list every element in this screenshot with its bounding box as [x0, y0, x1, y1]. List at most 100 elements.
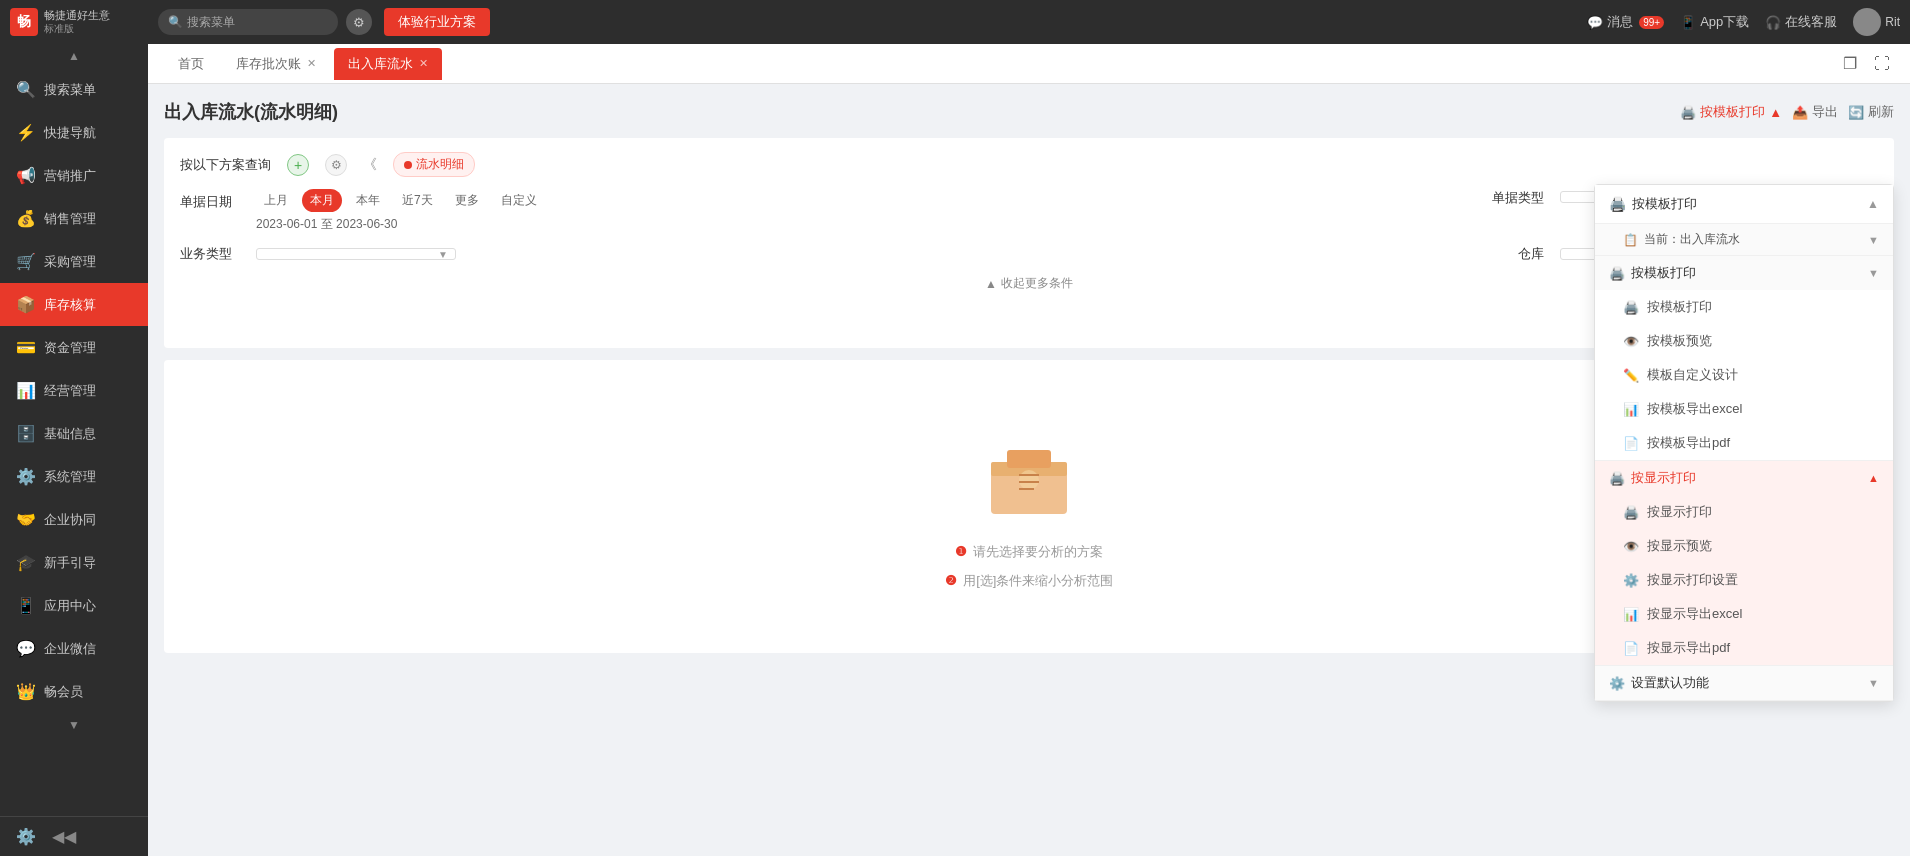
dropdown-item-display-preview[interactable]: 👁️ 按显示预览 — [1595, 529, 1893, 563]
collapse-sidebar-icon[interactable]: ◀◀ — [52, 827, 76, 846]
sidebar-item-search[interactable]: 🔍 搜索菜单 — [0, 68, 148, 111]
customize-item-icon: ✏️ — [1623, 368, 1639, 383]
sidebar-item-marketing[interactable]: 📢 营销推广 — [0, 154, 148, 197]
print-template-label: 按模板打印 — [1700, 103, 1765, 121]
date-btn-custom[interactable]: 自定义 — [493, 189, 545, 212]
date-btn-last-7-days[interactable]: 近7天 — [394, 189, 441, 212]
sidebar-item-cooperation[interactable]: 🤝 企业协同 — [0, 498, 148, 541]
printer-icon: 🖨️ — [1609, 266, 1625, 281]
hint-2-num: ❷ — [945, 573, 957, 588]
sidebar-label: 销售管理 — [44, 210, 96, 228]
date-btn-this-month[interactable]: 本月 — [302, 189, 342, 212]
app-download-button[interactable]: 📱 App下载 — [1680, 13, 1749, 31]
tab-flow-close[interactable]: ✕ — [419, 57, 428, 70]
dropdown-item-template-export-pdf[interactable]: 📄 按模板导出pdf — [1595, 426, 1893, 460]
active-filter-tag[interactable]: 流水明细 — [393, 152, 475, 177]
logo-title: 畅捷通好生意 — [44, 8, 110, 22]
sidebar-item-system[interactable]: ⚙️ 系统管理 — [0, 455, 148, 498]
page-title-bar: 出入库流水(流水明细) 🖨️ 按模板打印 ▲ 📤 导出 🔄 刷新 — [164, 100, 1894, 124]
purchase-icon: 🛒 — [16, 252, 36, 271]
template-export-pdf-label: 按模板导出pdf — [1647, 434, 1730, 452]
filter-date-label: 单据日期 — [180, 189, 240, 211]
filter-tag-dot — [404, 161, 412, 169]
dropdown-item-display-export-pdf[interactable]: 📄 按显示导出pdf — [1595, 631, 1893, 665]
filter-add-button[interactable]: + — [287, 154, 309, 176]
dropdown-item-template-preview[interactable]: 👁️ 按模板预览 — [1595, 324, 1893, 358]
date-btn-this-year[interactable]: 本年 — [348, 189, 388, 212]
dropdown-item-template-export-excel[interactable]: 📊 按模板导出excel — [1595, 392, 1893, 426]
dropdown-section-display: 🖨️ 按显示打印 ▲ 🖨️ 按显示打印 👁️ 按显示预览 — [1595, 461, 1893, 666]
sidebar-item-quick-nav[interactable]: ⚡ 快捷导航 — [0, 111, 148, 154]
dropdown-section-template-header[interactable]: 🖨️ 按模板打印 ▼ — [1595, 256, 1893, 290]
sidebar-item-wechat[interactable]: 💬 企业微信 — [0, 627, 148, 670]
dropdown-item-display-print[interactable]: 🖨️ 按显示打印 — [1595, 495, 1893, 529]
page-actions: 🖨️ 按模板打印 ▲ 📤 导出 🔄 刷新 — [1680, 103, 1894, 121]
sidebar-item-app-center[interactable]: 📱 应用中心 — [0, 584, 148, 627]
tab-batch-account-close[interactable]: ✕ — [307, 57, 316, 70]
settings-icon[interactable]: ⚙️ — [16, 827, 36, 846]
refresh-button[interactable]: 🔄 刷新 — [1848, 103, 1894, 121]
collapse-label: 收起更多条件 — [1001, 275, 1073, 292]
dropdown-section-default-header[interactable]: ⚙️ 设置默认功能 ▼ — [1595, 666, 1893, 700]
sidebar-label: 新手引导 — [44, 554, 96, 572]
date-btn-last-month[interactable]: 上月 — [256, 189, 296, 212]
sidebar: ▲ 🔍 搜索菜单 ⚡ 快捷导航 📢 营销推广 💰 销售管理 🛒 采购管理 📦 库… — [0, 44, 148, 856]
cooperation-icon: 🤝 — [16, 510, 36, 529]
date-btn-more[interactable]: 更多 — [447, 189, 487, 212]
dropdown-item-display-export-excel[interactable]: 📊 按显示导出excel — [1595, 597, 1893, 631]
sidebar-item-purchase[interactable]: 🛒 采购管理 — [0, 240, 148, 283]
print-template-button[interactable]: 🖨️ 按模板打印 ▲ — [1680, 103, 1782, 121]
tab-flow[interactable]: 出入库流水 ✕ — [334, 48, 442, 80]
dropdown-header: 🖨️ 按模板打印 ▲ — [1595, 185, 1893, 224]
dropdown-section-display-header[interactable]: 🖨️ 按显示打印 ▲ — [1595, 461, 1893, 495]
message-button[interactable]: 💬 消息 99+ — [1587, 13, 1664, 31]
print-header-icon: 🖨️ — [1609, 196, 1626, 212]
export-label: 导出 — [1812, 103, 1838, 121]
sidebar-item-finance[interactable]: 💳 资金管理 — [0, 326, 148, 369]
customer-service-button[interactable]: 🎧 在线客服 — [1765, 13, 1837, 31]
sidebar-item-basic[interactable]: 🗄️ 基础信息 — [0, 412, 148, 455]
dropdown-section-template: 🖨️ 按模板打印 ▼ 🖨️ 按模板打印 👁️ 按模板预览 — [1595, 256, 1893, 461]
dropdown-toggle-up[interactable]: ▲ — [1867, 197, 1879, 211]
page-title: 出入库流水(流水明细) — [164, 100, 338, 124]
sidebar-item-inventory[interactable]: 📦 库存核算 — [0, 283, 148, 326]
filter-date-group: 上月 本月 本年 近7天 更多 自定义 2023-06-01 至 2023-06… — [256, 189, 545, 233]
current-icon: 📋 — [1623, 233, 1638, 247]
trial-button[interactable]: 体验行业方案 — [384, 8, 490, 36]
dropdown-panel: 🖨️ 按模板打印 ▲ 📋 当前：出入库流水 ▼ — [1594, 184, 1894, 702]
export-button[interactable]: 📤 导出 — [1792, 103, 1838, 121]
print-icon: 🖨️ — [1680, 105, 1696, 120]
filter-settings-button[interactable]: ⚙ — [325, 154, 347, 176]
tab-batch-account[interactable]: 库存批次账 ✕ — [222, 48, 330, 80]
sidebar-label: 畅会员 — [44, 683, 83, 701]
member-icon: 👑 — [16, 682, 36, 701]
sidebar-scroll-down[interactable]: ▼ — [0, 713, 148, 737]
template-section-title: 按模板打印 — [1631, 264, 1696, 282]
date-filter-buttons: 上月 本月 本年 近7天 更多 自定义 — [256, 189, 545, 212]
dropdown-item-template-print[interactable]: 🖨️ 按模板打印 — [1595, 290, 1893, 324]
finance-icon: 💳 — [16, 338, 36, 357]
operations-icon: 📊 — [16, 381, 36, 400]
header-search[interactable]: 🔍 搜索菜单 — [158, 9, 338, 35]
tab-home[interactable]: 首页 — [164, 48, 218, 80]
dropdown-current-label: 当前：出入库流水 — [1644, 231, 1740, 248]
dropdown-current-label-group: 📋 当前：出入库流水 — [1623, 231, 1740, 248]
user-profile[interactable]: Rit — [1853, 8, 1900, 36]
sidebar-item-member[interactable]: 👑 畅会员 — [0, 670, 148, 713]
business-type-select[interactable] — [256, 248, 456, 260]
quick-nav-icon: ⚡ — [16, 123, 36, 142]
inventory-icon: 📦 — [16, 295, 36, 314]
gear-button[interactable]: ⚙ — [346, 9, 372, 35]
sidebar-scroll-up[interactable]: ▲ — [0, 44, 148, 68]
sidebar-item-sales[interactable]: 💰 销售管理 — [0, 197, 148, 240]
sidebar-item-operations[interactable]: 📊 经营管理 — [0, 369, 148, 412]
display-export-pdf-label: 按显示导出pdf — [1647, 639, 1730, 657]
dropdown-item-template-customize[interactable]: ✏️ 模板自定义设计 — [1595, 358, 1893, 392]
dropdown-item-display-print-settings[interactable]: ⚙️ 按显示打印设置 — [1595, 563, 1893, 597]
filter-collapse-button[interactable]: 《 — [363, 156, 377, 174]
sidebar-item-guide[interactable]: 🎓 新手引导 — [0, 541, 148, 584]
tab-bar-maximize-btn[interactable]: ⛶ — [1870, 52, 1894, 76]
dropdown-header-label: 🖨️ 按模板打印 — [1609, 195, 1697, 213]
collapse-button[interactable]: ▲ 收起更多条件 — [985, 275, 1073, 292]
tab-bar-restore-btn[interactable]: ❐ — [1838, 52, 1862, 76]
